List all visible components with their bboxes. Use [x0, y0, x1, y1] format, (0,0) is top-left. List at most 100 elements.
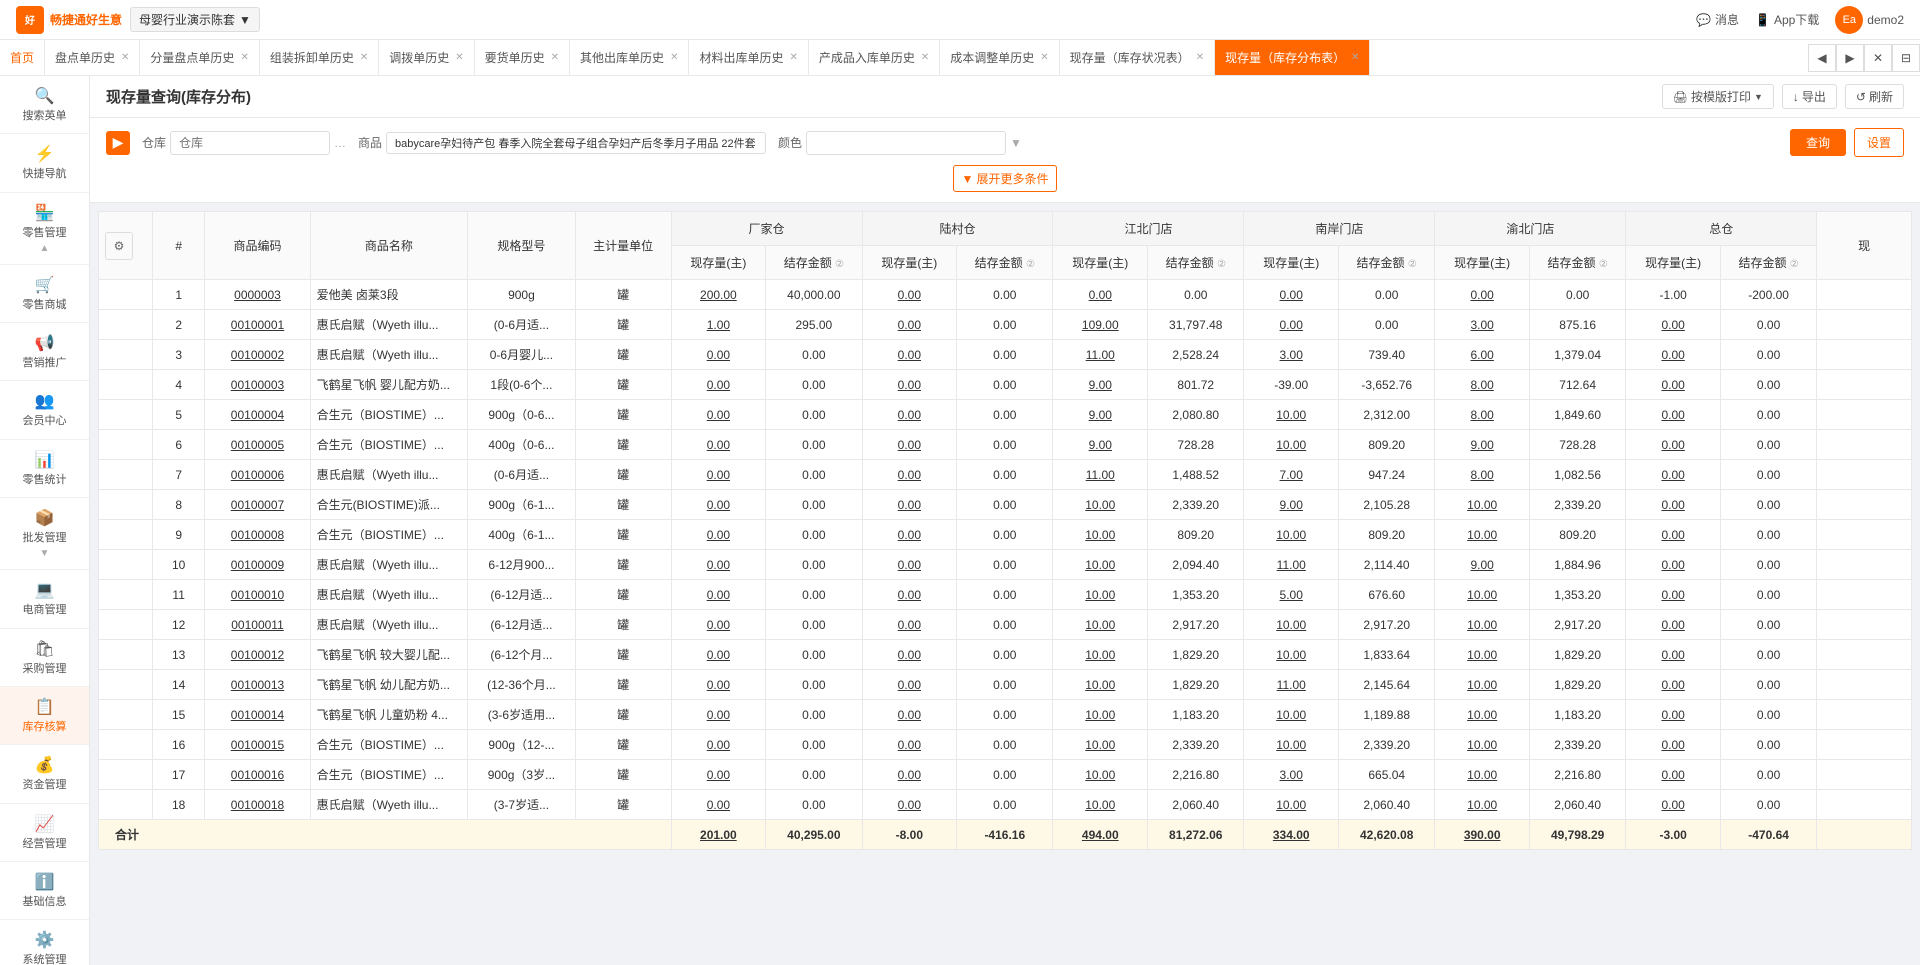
close-icon[interactable]: ✕	[551, 52, 559, 63]
table-cell[interactable]: 0.00	[862, 310, 957, 340]
table-cell[interactable]: 0.00	[862, 550, 957, 580]
table-cell[interactable]: 10.00	[1435, 640, 1530, 670]
table-cell[interactable]: 0.00	[671, 370, 766, 400]
goods-input[interactable]	[386, 132, 766, 154]
table-cell[interactable]: 11.00	[1244, 550, 1339, 580]
table-cell[interactable]: 0.00	[671, 400, 766, 430]
summary-yb-qty[interactable]: 390.00	[1435, 820, 1530, 850]
table-cell[interactable]: 0000003	[205, 280, 310, 310]
table-cell[interactable]: 9.00	[1053, 400, 1148, 430]
table-cell[interactable]: 0.00	[1626, 310, 1721, 340]
tab-part-inventory[interactable]: 分量盘点单历史 ✕	[140, 40, 259, 75]
table-cell[interactable]: 0.00	[1626, 640, 1721, 670]
table-cell[interactable]: 10.00	[1435, 790, 1530, 820]
summary-total-qty[interactable]: -3.00	[1626, 820, 1721, 850]
tab-stock-dist[interactable]: 现存量（库存分布表） ✕	[1215, 40, 1370, 75]
table-cell[interactable]: 5.00	[1244, 580, 1339, 610]
sidebar-item-basic[interactable]: ℹ️ 基础信息	[0, 862, 89, 920]
table-cell[interactable]: 8.00	[1435, 370, 1530, 400]
table-cell[interactable]: 3.00	[1435, 310, 1530, 340]
table-cell[interactable]: 10.00	[1435, 700, 1530, 730]
sidebar-item-marketing[interactable]: 📢 营销推广	[0, 323, 89, 381]
close-icon[interactable]: ✕	[240, 52, 248, 63]
export-btn[interactable]: ↓ 导出	[1782, 84, 1837, 109]
info-icon[interactable]: ②	[1217, 259, 1226, 270]
tab-cost-adjust[interactable]: 成本调整单历史 ✕	[940, 40, 1059, 75]
table-cell[interactable]: 10.00	[1053, 700, 1148, 730]
tab-requisition[interactable]: 要货单历史 ✕	[475, 40, 570, 75]
summary-lu-qty[interactable]: -8.00	[862, 820, 957, 850]
table-cell[interactable]: 00100018	[205, 790, 310, 820]
table-cell[interactable]: 00100008	[205, 520, 310, 550]
tab-product-in[interactable]: 产成品入库单历史 ✕	[809, 40, 940, 75]
table-cell[interactable]: 0.00	[671, 610, 766, 640]
table-cell[interactable]: 0.00	[862, 670, 957, 700]
table-cell[interactable]: 10.00	[1053, 790, 1148, 820]
table-cell[interactable]: 0.00	[1626, 400, 1721, 430]
table-cell[interactable]: 0.00	[671, 580, 766, 610]
tab-material-out[interactable]: 材料出库单历史 ✕	[689, 40, 808, 75]
table-cell[interactable]: 0.00	[862, 340, 957, 370]
table-cell[interactable]: 10.00	[1244, 400, 1339, 430]
info-icon[interactable]: ②	[1599, 259, 1608, 270]
table-cell[interactable]: 0.00	[862, 700, 957, 730]
table-cell[interactable]: 10.00	[1435, 580, 1530, 610]
table-cell[interactable]: 0.00	[671, 490, 766, 520]
close-icon[interactable]: ✕	[670, 52, 678, 63]
table-cell[interactable]: 10.00	[1053, 520, 1148, 550]
table-cell[interactable]: 0.00	[671, 640, 766, 670]
table-cell[interactable]: 00100014	[205, 700, 310, 730]
table-cell[interactable]: 10.00	[1053, 760, 1148, 790]
table-cell[interactable]: 0.00	[671, 520, 766, 550]
table-cell[interactable]: 00100007	[205, 490, 310, 520]
query-button[interactable]: 查询	[1790, 129, 1846, 156]
table-cell[interactable]: 10.00	[1244, 730, 1339, 760]
info-icon[interactable]: ②	[835, 259, 844, 270]
table-cell[interactable]: 0.00	[671, 340, 766, 370]
info-icon[interactable]: ②	[1790, 259, 1799, 270]
close-icon[interactable]: ✕	[1196, 52, 1204, 63]
tab-prev-btn[interactable]: ◀	[1808, 44, 1836, 72]
warehouse-input[interactable]	[170, 131, 330, 155]
summary-fac-qty[interactable]: 201.00	[671, 820, 766, 850]
table-cell[interactable]: 200.00	[671, 280, 766, 310]
table-cell[interactable]: 10.00	[1244, 520, 1339, 550]
table-cell[interactable]: 7.00	[1244, 460, 1339, 490]
table-cell[interactable]: 0.00	[1626, 760, 1721, 790]
table-cell[interactable]: 10.00	[1053, 670, 1148, 700]
table-cell[interactable]: 9.00	[1053, 370, 1148, 400]
table-cell[interactable]: 0.00	[1244, 280, 1339, 310]
table-cell[interactable]: 0.00	[1244, 310, 1339, 340]
table-cell[interactable]: 8.00	[1435, 400, 1530, 430]
table-cell[interactable]: 0.00	[862, 610, 957, 640]
table-cell[interactable]: 0.00	[1626, 430, 1721, 460]
table-cell[interactable]: 8.00	[1435, 460, 1530, 490]
table-cell[interactable]: 0.00	[671, 700, 766, 730]
print-btn[interactable]: 🖨 按模版打印 ▼	[1662, 84, 1774, 109]
tab-next-btn[interactable]: ▶	[1836, 44, 1864, 72]
close-icon[interactable]: ✕	[921, 52, 929, 63]
close-icon[interactable]: ✕	[1040, 52, 1048, 63]
industry-selector[interactable]: 母婴行业演示陈套 ▼	[130, 7, 260, 32]
filter-expand-arrow[interactable]: ▶	[106, 131, 130, 155]
table-cell[interactable]: 0.00	[862, 460, 957, 490]
table-cell[interactable]: 0.00	[671, 430, 766, 460]
table-cell[interactable]: 00100003	[205, 370, 310, 400]
summary-jb-qty[interactable]: 494.00	[1053, 820, 1148, 850]
sidebar-item-system[interactable]: ⚙️ 系统管理	[0, 920, 89, 965]
table-cell[interactable]: 109.00	[1053, 310, 1148, 340]
table-cell[interactable]: 9.00	[1053, 430, 1148, 460]
table-cell[interactable]: 9.00	[1244, 490, 1339, 520]
tab-other-out[interactable]: 其他出库单历史 ✕	[570, 40, 689, 75]
refresh-btn[interactable]: ↺ 刷新	[1845, 84, 1904, 109]
sidebar-item-stock[interactable]: 📋 库存核算	[0, 687, 89, 745]
table-cell[interactable]: 1.00	[671, 310, 766, 340]
table-cell[interactable]: 3.00	[1244, 340, 1339, 370]
sidebar-item-mall[interactable]: 🛒 零售商城	[0, 265, 89, 323]
table-cell[interactable]: 0.00	[1626, 730, 1721, 760]
table-cell[interactable]: 0.00	[862, 580, 957, 610]
table-cell[interactable]: 9.00	[1435, 550, 1530, 580]
table-cell[interactable]: 0.00	[1626, 490, 1721, 520]
table-cell[interactable]: 0.00	[862, 520, 957, 550]
table-cell[interactable]: 00100013	[205, 670, 310, 700]
